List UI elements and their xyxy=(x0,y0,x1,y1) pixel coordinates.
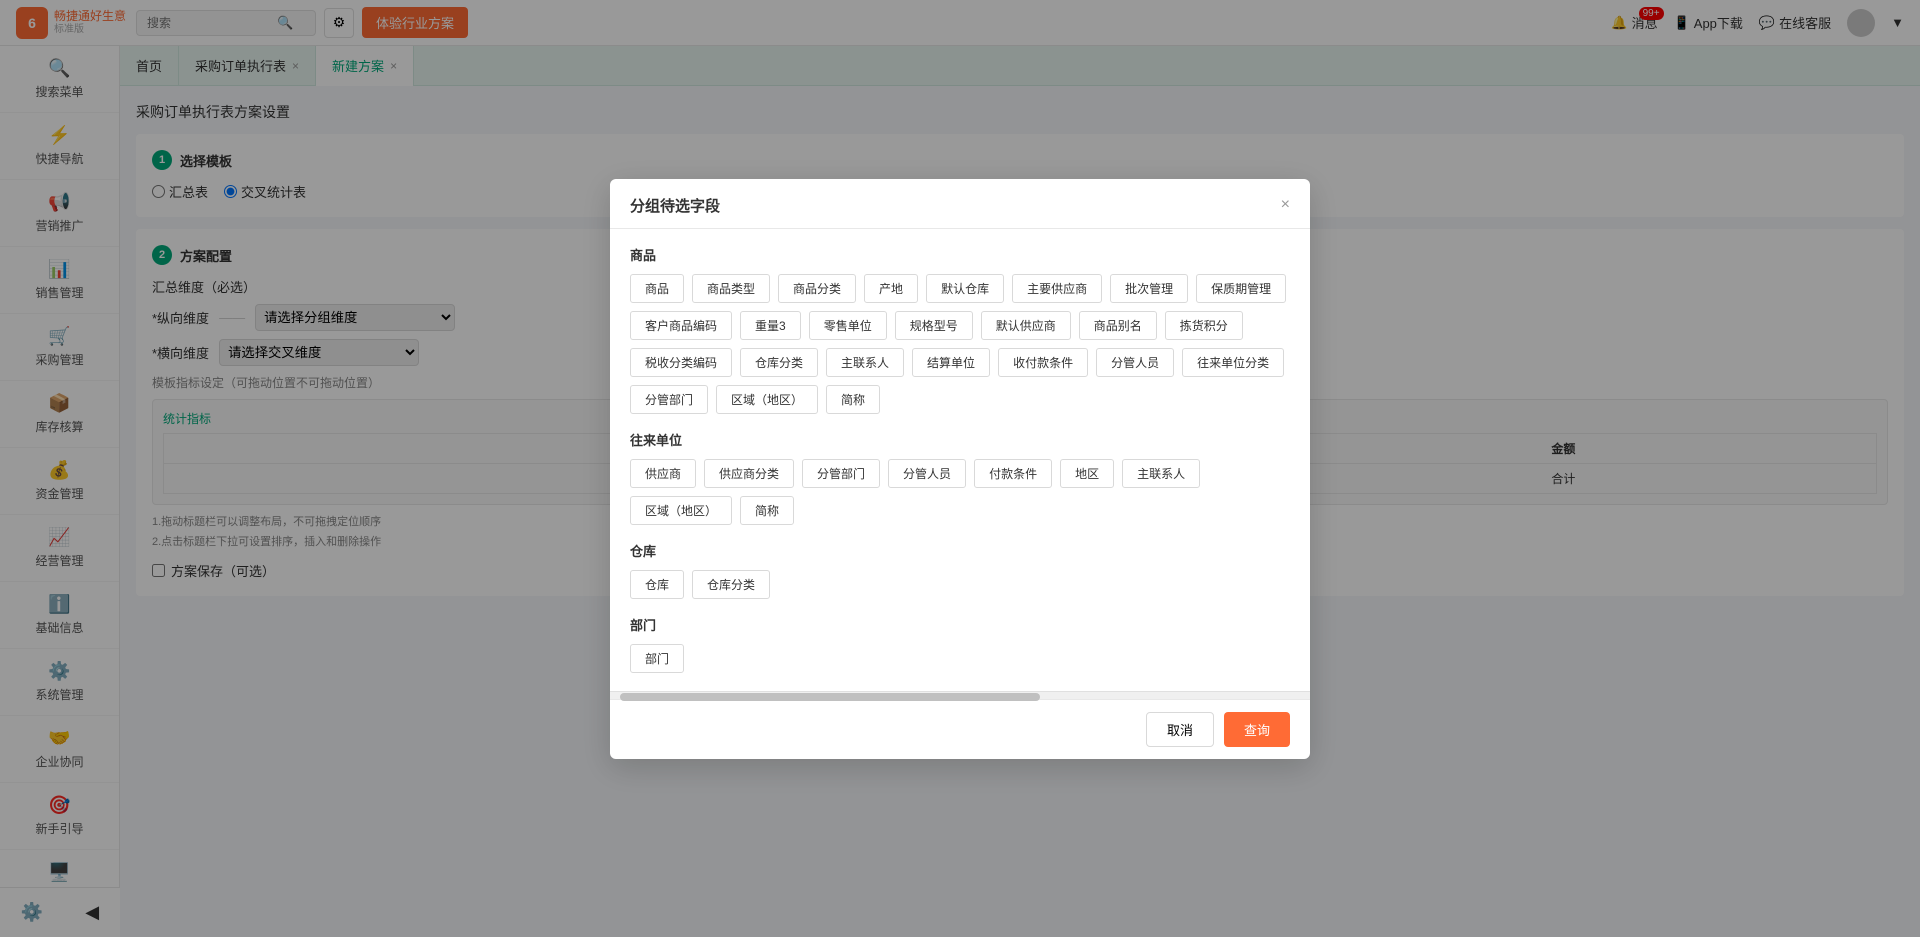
field-tag-0-21[interactable]: 往来单位分类 xyxy=(1182,348,1284,377)
field-tag-0-9[interactable]: 重量3 xyxy=(740,311,801,340)
field-tag-0-14[interactable]: 拣货积分 xyxy=(1165,311,1243,340)
field-tag-0-15[interactable]: 税收分类编码 xyxy=(630,348,732,377)
field-tags-1: 供应商供应商分类分管部门分管人员付款条件地区主联系人区域（地区） 简称 xyxy=(630,459,1290,525)
field-tag-0-8[interactable]: 客户商品编码 xyxy=(630,311,732,340)
field-tags-2: 仓库仓库分类 xyxy=(630,570,1290,599)
modal-dialog: 分组待选字段 × 商品商品商品类型商品分类产地默认仓库主要供应商批次管理保质期管… xyxy=(610,179,1310,759)
field-section-3: 部门部门 xyxy=(630,615,1290,673)
field-tags-3: 部门 xyxy=(630,644,1290,673)
field-tag-0-23[interactable]: 区域（地区） xyxy=(716,385,818,414)
modal-overlay: 分组待选字段 × 商品商品商品类型商品分类产地默认仓库主要供应商批次管理保质期管… xyxy=(0,0,1920,937)
field-tag-0-20[interactable]: 分管人员 xyxy=(1096,348,1174,377)
field-tag-0-2[interactable]: 商品分类 xyxy=(778,274,856,303)
field-tag-1-5[interactable]: 地区 xyxy=(1060,459,1114,488)
field-section-0: 商品商品商品类型商品分类产地默认仓库主要供应商批次管理保质期管理客户商品编码重量… xyxy=(630,245,1290,414)
field-section-title-1: 往来单位 xyxy=(630,430,1290,449)
field-tag-1-7[interactable]: 区域（地区） xyxy=(630,496,732,525)
field-tag-2-1[interactable]: 仓库分类 xyxy=(692,570,770,599)
modal-header: 分组待选字段 × xyxy=(610,179,1310,229)
modal-scroll-thumb[interactable] xyxy=(620,693,1040,701)
modal-footer: 取消 查询 xyxy=(610,699,1310,759)
field-tag-1-1[interactable]: 供应商分类 xyxy=(704,459,794,488)
field-section-1: 往来单位供应商供应商分类分管部门分管人员付款条件地区主联系人区域（地区） 简称 xyxy=(630,430,1290,525)
field-tag-0-19[interactable]: 收付款条件 xyxy=(998,348,1088,377)
field-tag-0-11[interactable]: 规格型号 xyxy=(895,311,973,340)
field-tags-0: 商品商品类型商品分类产地默认仓库主要供应商批次管理保质期管理客户商品编码重量3 零… xyxy=(630,274,1290,414)
modal-scrollbar[interactable] xyxy=(610,691,1310,698)
field-tag-1-3[interactable]: 分管人员 xyxy=(888,459,966,488)
field-tag-2-0[interactable]: 仓库 xyxy=(630,570,684,599)
field-tag-0-17[interactable]: 主联系人 xyxy=(826,348,904,377)
field-tag-1-6[interactable]: 主联系人 xyxy=(1122,459,1200,488)
modal-cancel-button[interactable]: 取消 xyxy=(1146,712,1214,747)
field-tag-1-4[interactable]: 付款条件 xyxy=(974,459,1052,488)
field-tag-3-0[interactable]: 部门 xyxy=(630,644,684,673)
field-section-2: 仓库仓库仓库分类 xyxy=(630,541,1290,599)
modal-body: 商品商品商品类型商品分类产地默认仓库主要供应商批次管理保质期管理客户商品编码重量… xyxy=(610,229,1310,692)
field-tag-0-22[interactable]: 分管部门 xyxy=(630,385,708,414)
field-tag-0-7[interactable]: 保质期管理 xyxy=(1196,274,1286,303)
field-tag-0-6[interactable]: 批次管理 xyxy=(1110,274,1188,303)
field-section-title-0: 商品 xyxy=(630,245,1290,264)
field-tag-0-5[interactable]: 主要供应商 xyxy=(1012,274,1102,303)
field-tag-0-12[interactable]: 默认供应商 xyxy=(981,311,1071,340)
field-tag-0-24[interactable]: 简称 xyxy=(826,385,880,414)
field-tag-0-4[interactable]: 默认仓库 xyxy=(926,274,1004,303)
modal-confirm-button[interactable]: 查询 xyxy=(1224,712,1290,747)
field-tag-0-13[interactable]: 商品别名 xyxy=(1079,311,1157,340)
field-section-title-3: 部门 xyxy=(630,615,1290,634)
field-tag-0-3[interactable]: 产地 xyxy=(864,274,918,303)
field-tag-0-18[interactable]: 结算单位 xyxy=(912,348,990,377)
field-tag-0-16[interactable]: 仓库分类 xyxy=(740,348,818,377)
field-tag-0-1[interactable]: 商品类型 xyxy=(692,274,770,303)
field-tag-0-10[interactable]: 零售单位 xyxy=(809,311,887,340)
field-tag-1-8[interactable]: 简称 xyxy=(740,496,794,525)
field-tag-0-0[interactable]: 商品 xyxy=(630,274,684,303)
field-tag-1-0[interactable]: 供应商 xyxy=(630,459,696,488)
field-section-title-2: 仓库 xyxy=(630,541,1290,560)
modal-title: 分组待选字段 xyxy=(630,195,720,216)
modal-close-button[interactable]: × xyxy=(1281,197,1290,213)
field-tag-1-2[interactable]: 分管部门 xyxy=(802,459,880,488)
